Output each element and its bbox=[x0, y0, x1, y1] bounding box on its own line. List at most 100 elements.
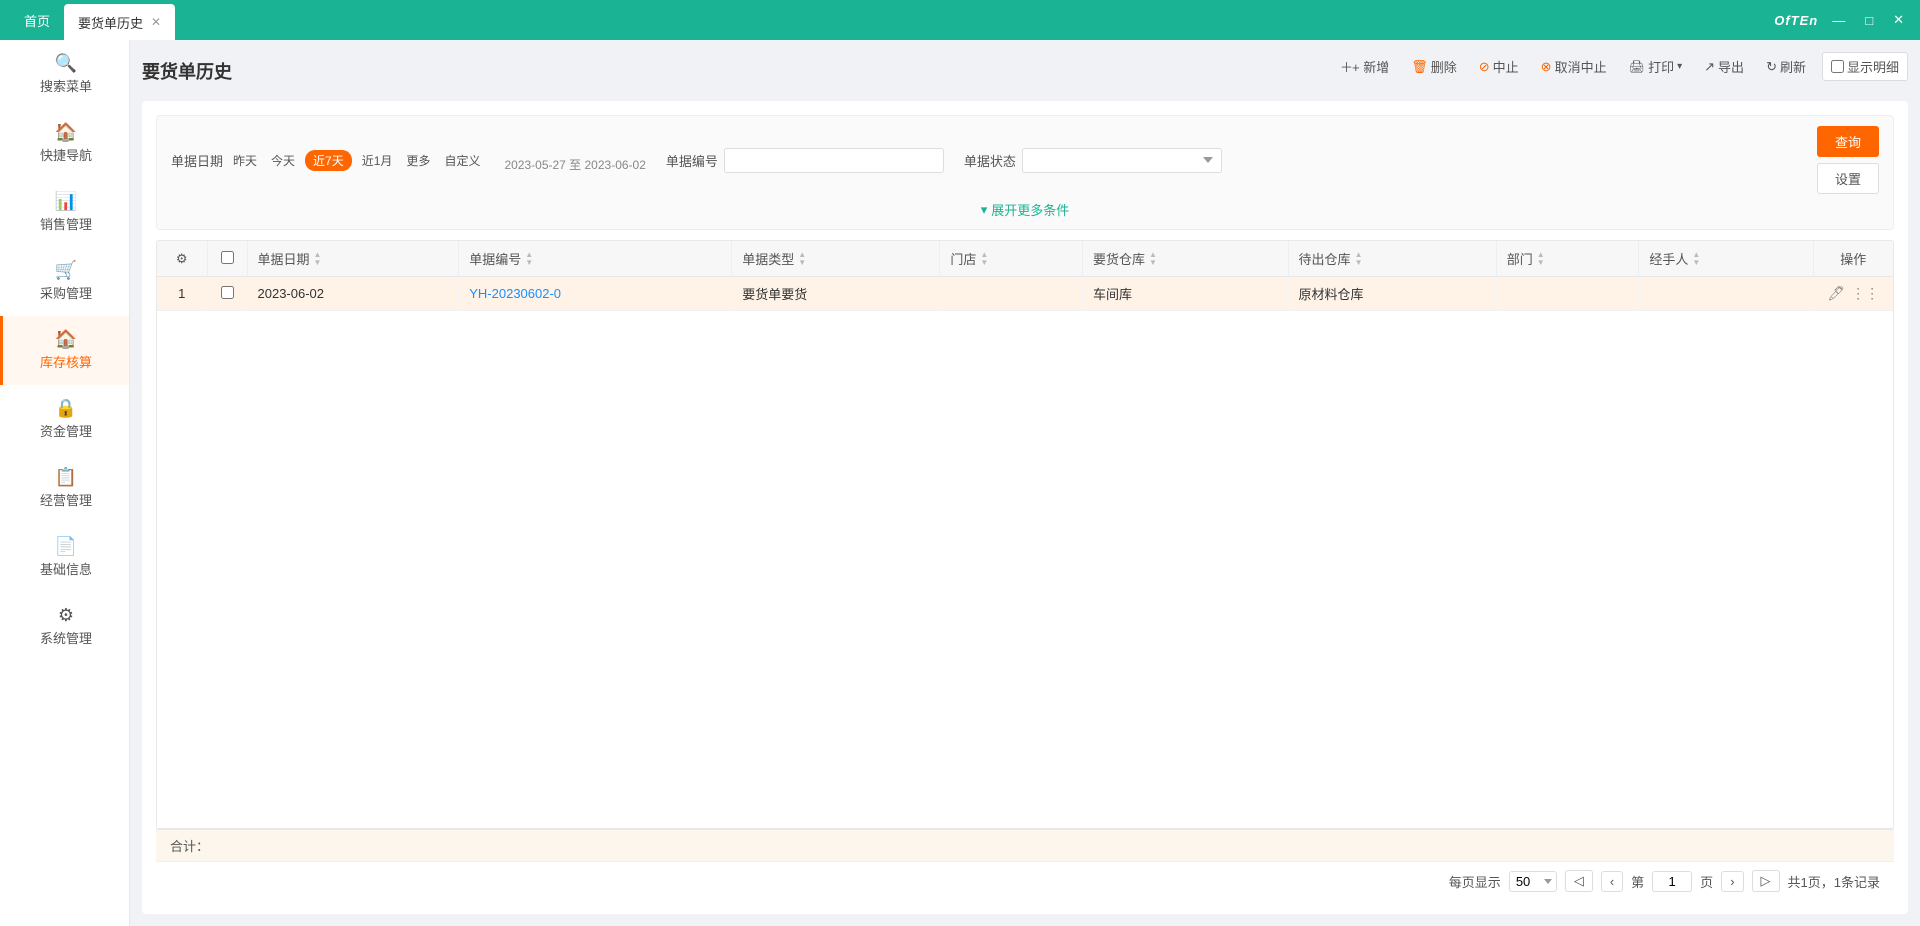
stop-label: 中止 bbox=[1493, 57, 1519, 76]
edit-icon[interactable]: 🖊 bbox=[1827, 285, 1845, 302]
sidebar-item-operation[interactable]: 📋 经营管理 bbox=[0, 454, 129, 523]
status-select[interactable] bbox=[1022, 148, 1222, 173]
doc-no-filter-group: 单据编号 bbox=[666, 148, 944, 173]
td-docno: YH-20230602-0 bbox=[459, 277, 732, 311]
settings-button[interactable]: 设置 bbox=[1817, 163, 1879, 194]
th-docno[interactable]: 单据编号 ▲▼ bbox=[459, 241, 732, 277]
sidebar-item-purchase[interactable]: 🛒 采购管理 bbox=[0, 247, 129, 316]
sidebar-item-operation-label: 经营管理 bbox=[40, 490, 92, 509]
th-checkbox bbox=[207, 241, 247, 277]
row-docno-link[interactable]: YH-20230602-0 bbox=[469, 286, 561, 301]
first-page-btn[interactable]: ◁ bbox=[1565, 870, 1593, 892]
th-dept[interactable]: 部门 ▲▼ bbox=[1496, 241, 1639, 277]
cancel-stop-btn[interactable]: ⊗ 取消中止 bbox=[1535, 53, 1613, 80]
th-date[interactable]: 单据日期 ▲▼ bbox=[247, 241, 459, 277]
th-action-label: 操作 bbox=[1840, 252, 1866, 267]
status-label: 单据状态 bbox=[964, 151, 1016, 170]
doc-no-label: 单据编号 bbox=[666, 151, 718, 170]
cancel-stop-label: 取消中止 bbox=[1555, 57, 1607, 76]
th-reqwarehouse-label: 要货仓库 bbox=[1093, 249, 1145, 268]
shortcut-today[interactable]: 今天 bbox=[267, 151, 299, 170]
prev-page-btn[interactable]: ‹ bbox=[1601, 871, 1623, 892]
sort-doctype-icon: ▲▼ bbox=[798, 251, 806, 267]
page-size-select[interactable]: 50 20 100 bbox=[1509, 871, 1557, 892]
td-checkbox bbox=[207, 277, 247, 311]
page-number-input[interactable] bbox=[1652, 871, 1692, 892]
tab-requisition-history[interactable]: 要货单历史 ✕ bbox=[64, 4, 175, 40]
home-icon: 🏠 bbox=[55, 123, 77, 141]
th-store[interactable]: 门店 ▲▼ bbox=[940, 241, 1083, 277]
sales-icon: 📊 bbox=[55, 192, 77, 210]
maximize-btn[interactable]: □ bbox=[1859, 13, 1879, 28]
th-settings: ⚙ bbox=[157, 241, 207, 277]
select-all-checkbox[interactable] bbox=[221, 251, 234, 264]
row-pendwarehouse: 原材料仓库 bbox=[1299, 287, 1364, 302]
top-bar: 首页 要货单历史 ✕ OfTEn — □ ✕ bbox=[0, 0, 1920, 40]
sidebar-item-finance[interactable]: 🔒 资金管理 bbox=[0, 385, 129, 454]
date-shortcuts: 昨天 今天 近7天 近1月 更多 自定义 bbox=[229, 150, 484, 171]
more-icon[interactable]: ⋮⋮ bbox=[1851, 285, 1879, 302]
td-reqwarehouse: 车间库 bbox=[1083, 277, 1289, 311]
tab-requisition-label: 要货单历史 bbox=[78, 13, 143, 32]
stop-btn[interactable]: ⊘ 中止 bbox=[1473, 53, 1525, 80]
td-handler bbox=[1639, 277, 1813, 311]
display-detail-btn[interactable]: 显示明细 bbox=[1822, 52, 1908, 81]
shortcut-7days[interactable]: 近7天 bbox=[305, 150, 352, 171]
sort-pendwarehouse-icon: ▲▼ bbox=[1355, 251, 1363, 267]
shortcut-yesterday[interactable]: 昨天 bbox=[229, 151, 261, 170]
settings-icon: ⚙ bbox=[176, 251, 188, 266]
sidebar-item-basics[interactable]: 📄 基础信息 bbox=[0, 523, 129, 592]
sort-docno-icon: ▲▼ bbox=[525, 251, 533, 267]
td-store bbox=[940, 277, 1083, 311]
sort-dept-icon: ▲▼ bbox=[1537, 251, 1545, 267]
print-icon: 🖨 bbox=[1629, 59, 1646, 75]
date-filter-group: 单据日期 昨天 今天 近7天 近1月 更多 自定义 bbox=[171, 150, 484, 171]
page-end-label: 页 bbox=[1700, 872, 1713, 891]
th-docno-label: 单据编号 bbox=[469, 249, 521, 268]
new-btn[interactable]: ＋ + 新增 bbox=[1334, 53, 1395, 80]
minimize-btn[interactable]: — bbox=[1826, 13, 1851, 28]
last-page-btn[interactable]: ▷ bbox=[1752, 870, 1780, 892]
table-container[interactable]: ⚙ 单据日期 ▲▼ bbox=[156, 240, 1894, 829]
delete-btn[interactable]: 🗑 删除 bbox=[1405, 53, 1463, 80]
sidebar-item-quicknav[interactable]: 🏠 快捷导航 bbox=[0, 109, 129, 178]
th-doctype-label: 单据类型 bbox=[742, 249, 794, 268]
next-page-btn[interactable]: › bbox=[1721, 871, 1743, 892]
refresh-btn[interactable]: ↻ 刷新 bbox=[1760, 53, 1812, 80]
th-doctype[interactable]: 单据类型 ▲▼ bbox=[732, 241, 940, 277]
shortcut-1month[interactable]: 近1月 bbox=[358, 151, 397, 170]
sidebar-item-purchase-label: 采购管理 bbox=[40, 283, 92, 302]
sidebar-item-search[interactable]: 🔍 搜索菜单 bbox=[0, 40, 129, 109]
close-btn[interactable]: ✕ bbox=[1887, 12, 1910, 28]
tab-home[interactable]: 首页 bbox=[10, 0, 64, 40]
th-reqwarehouse[interactable]: 要货仓库 ▲▼ bbox=[1083, 241, 1289, 277]
doc-no-input[interactable] bbox=[724, 148, 944, 173]
shortcut-more[interactable]: 更多 bbox=[402, 151, 434, 170]
sidebar-item-inventory[interactable]: 🏠 库存核算 bbox=[0, 316, 129, 385]
sort-date-icon: ▲▼ bbox=[314, 251, 322, 267]
th-date-label: 单据日期 bbox=[258, 249, 310, 268]
filter-row: 单据日期 昨天 今天 近7天 近1月 更多 自定义 2023-05-27 至 2… bbox=[171, 126, 1879, 194]
row-checkbox[interactable] bbox=[221, 286, 234, 299]
shortcut-custom[interactable]: 自定义 bbox=[440, 151, 484, 170]
content-area: 要货单历史 ＋ + 新增 🗑 删除 ⊘ 中止 ⊗ 取消中止 bbox=[130, 40, 1920, 926]
th-handler[interactable]: 经手人 ▲▼ bbox=[1639, 241, 1813, 277]
display-detail-checkbox[interactable] bbox=[1831, 60, 1844, 73]
tab-home-label: 首页 bbox=[24, 11, 50, 30]
export-btn[interactable]: ↗ 导出 bbox=[1698, 53, 1750, 80]
query-button[interactable]: 查询 bbox=[1817, 126, 1879, 157]
inventory-icon: 🏠 bbox=[55, 330, 77, 348]
finance-icon: 🔒 bbox=[55, 399, 77, 417]
pagination: 每页显示 50 20 100 ◁ ‹ 第 页 › ▷ 共1页，1条记录 bbox=[156, 861, 1894, 900]
expand-more-btn[interactable]: ▾ 展开更多条件 bbox=[171, 200, 1879, 219]
tab-close-icon[interactable]: ✕ bbox=[151, 15, 161, 29]
sidebar-item-system[interactable]: ⚙ 系统管理 bbox=[0, 592, 129, 661]
delete-label: 删除 bbox=[1431, 57, 1457, 76]
td-doctype: 要货单要货 bbox=[732, 277, 940, 311]
print-btn[interactable]: 🖨 打印 ▾ bbox=[1623, 53, 1689, 80]
summary-label: 合计： bbox=[170, 836, 209, 855]
sidebar-item-system-label: 系统管理 bbox=[40, 628, 92, 647]
row-date: 2023-06-02 bbox=[258, 286, 325, 301]
th-pendwarehouse[interactable]: 待出仓库 ▲▼ bbox=[1288, 241, 1496, 277]
sidebar-item-sales[interactable]: 📊 销售管理 bbox=[0, 178, 129, 247]
